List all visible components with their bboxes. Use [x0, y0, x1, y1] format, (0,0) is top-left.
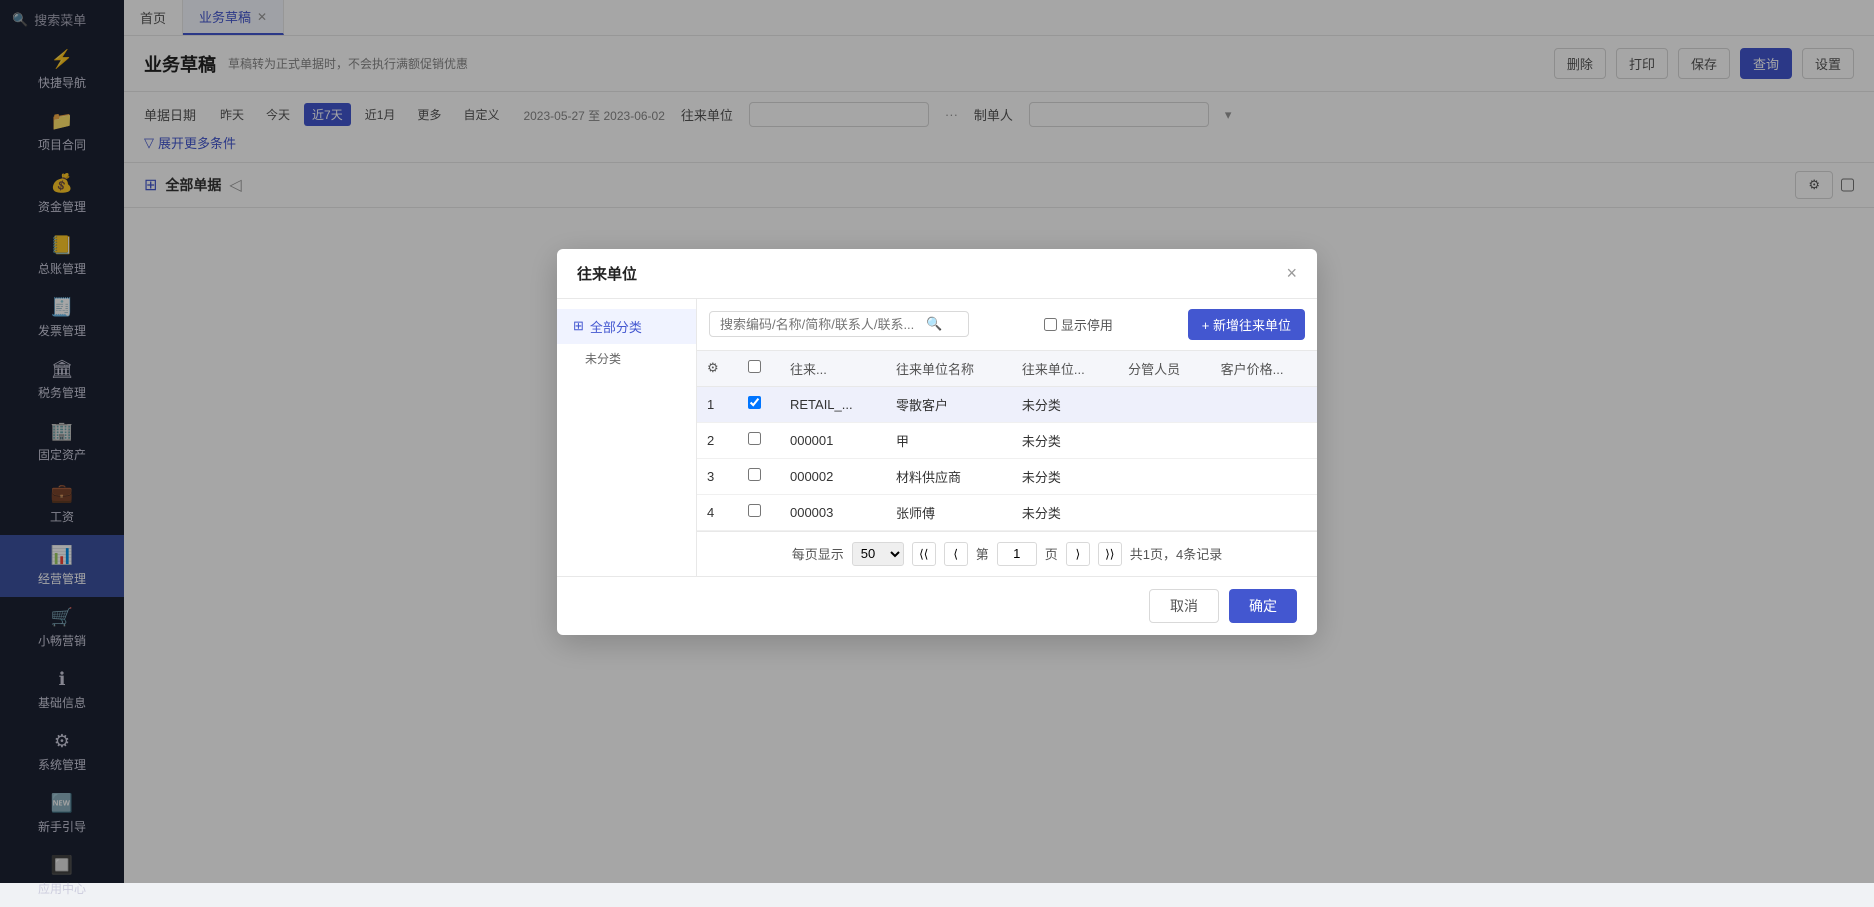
row-manager	[1118, 458, 1210, 494]
row-name: 零散客户	[886, 386, 1012, 422]
row-category: 未分类	[1012, 494, 1118, 530]
per-page-select[interactable]: 50 100	[852, 542, 904, 566]
row-num: 4	[697, 494, 738, 530]
row-checkbox[interactable]	[738, 386, 780, 422]
per-page-label: 每页显示	[792, 544, 844, 563]
modal-search-input[interactable]	[720, 317, 920, 332]
col-category: 往来单位...	[1012, 351, 1118, 387]
row-code: 000001	[780, 422, 886, 458]
modal-pagination: 每页显示 50 100 ⟨⟨ ⟨ 第 页 ⟩ ⟩⟩ 共1页，4条记录	[697, 531, 1317, 576]
row-manager	[1118, 494, 1210, 530]
row-checkbox[interactable]	[738, 422, 780, 458]
add-partner-button[interactable]: + 新增往来单位	[1188, 309, 1305, 340]
modal-header: 往来单位 ×	[557, 249, 1317, 299]
table-row[interactable]: 3 000002 材料供应商 未分类	[697, 458, 1317, 494]
col-checkbox	[738, 351, 780, 387]
table-row[interactable]: 2 000001 甲 未分类	[697, 422, 1317, 458]
grid-small-icon: ⊞	[573, 318, 584, 334]
table-row[interactable]: 4 000003 张师傅 未分类	[697, 494, 1317, 530]
modal-title: 往来单位	[577, 263, 637, 284]
show-disabled-checkbox[interactable]	[1044, 318, 1057, 331]
row-checkbox[interactable]	[738, 494, 780, 530]
row-checkbox[interactable]	[738, 458, 780, 494]
row-price	[1211, 458, 1317, 494]
modal-sidebar-uncategorized-label: 未分类	[585, 352, 621, 366]
cancel-button[interactable]: 取消	[1149, 589, 1219, 623]
row-code: 000002	[780, 458, 886, 494]
row-name: 甲	[886, 422, 1012, 458]
row-manager	[1118, 386, 1210, 422]
modal-sidebar-uncategorized[interactable]: 未分类	[557, 344, 696, 373]
col-name: 往来单位名称	[886, 351, 1012, 387]
row-code: 000003	[780, 494, 886, 530]
row-num: 2	[697, 422, 738, 458]
row-category: 未分类	[1012, 422, 1118, 458]
modal-table: ⚙ 往来... 往来单位名称 往来单位... 分管人员 客户价格... 1	[697, 351, 1317, 531]
page-label: 第	[976, 544, 989, 563]
search-icon: 🔍	[926, 316, 942, 332]
modal-footer-actions: 取消 确定	[557, 576, 1317, 635]
modal-toolbar: 🔍 显示停用 + 新增往来单位	[697, 299, 1317, 351]
row-price	[1211, 386, 1317, 422]
show-disabled-label: 显示停用	[1061, 315, 1113, 334]
row-category: 未分类	[1012, 386, 1118, 422]
first-page-button[interactable]: ⟨⟨	[912, 542, 936, 566]
col-code: 往来...	[780, 351, 886, 387]
next-page-button[interactable]: ⟩	[1066, 542, 1090, 566]
partner-modal: 往来单位 × ⊞ 全部分类 未分类 🔍	[557, 249, 1317, 635]
col-settings: ⚙	[697, 351, 738, 387]
row-category: 未分类	[1012, 458, 1118, 494]
row-num: 1	[697, 386, 738, 422]
modal-overlay: 往来单位 × ⊞ 全部分类 未分类 🔍	[0, 0, 1874, 883]
modal-close-button[interactable]: ×	[1286, 264, 1297, 282]
modal-main: 🔍 显示停用 + 新增往来单位 ⚙	[697, 299, 1317, 576]
col-price: 客户价格...	[1211, 351, 1317, 387]
row-num: 3	[697, 458, 738, 494]
modal-sidebar: ⊞ 全部分类 未分类	[557, 299, 697, 576]
last-page-button[interactable]: ⟩⟩	[1098, 542, 1122, 566]
show-disabled-checkbox-area: 显示停用	[1044, 315, 1113, 334]
modal-sidebar-all-label: 全部分类	[590, 317, 642, 336]
row-name: 张师傅	[886, 494, 1012, 530]
row-name: 材料供应商	[886, 458, 1012, 494]
row-price	[1211, 422, 1317, 458]
total-records: 共1页，4条记录	[1130, 544, 1222, 563]
modal-search-box[interactable]: 🔍	[709, 311, 969, 337]
row-code: RETAIL_...	[780, 386, 886, 422]
table-select-all[interactable]	[748, 360, 761, 373]
modal-body: ⊞ 全部分类 未分类 🔍 显示停用	[557, 299, 1317, 576]
prev-page-button[interactable]: ⟨	[944, 542, 968, 566]
row-price	[1211, 494, 1317, 530]
col-manager: 分管人员	[1118, 351, 1210, 387]
row-manager	[1118, 422, 1210, 458]
page-input[interactable]	[997, 542, 1037, 566]
page-suffix: 页	[1045, 544, 1058, 563]
modal-sidebar-all[interactable]: ⊞ 全部分类	[557, 309, 696, 344]
confirm-button[interactable]: 确定	[1229, 589, 1297, 623]
table-row[interactable]: 1 RETAIL_... 零散客户 未分类	[697, 386, 1317, 422]
